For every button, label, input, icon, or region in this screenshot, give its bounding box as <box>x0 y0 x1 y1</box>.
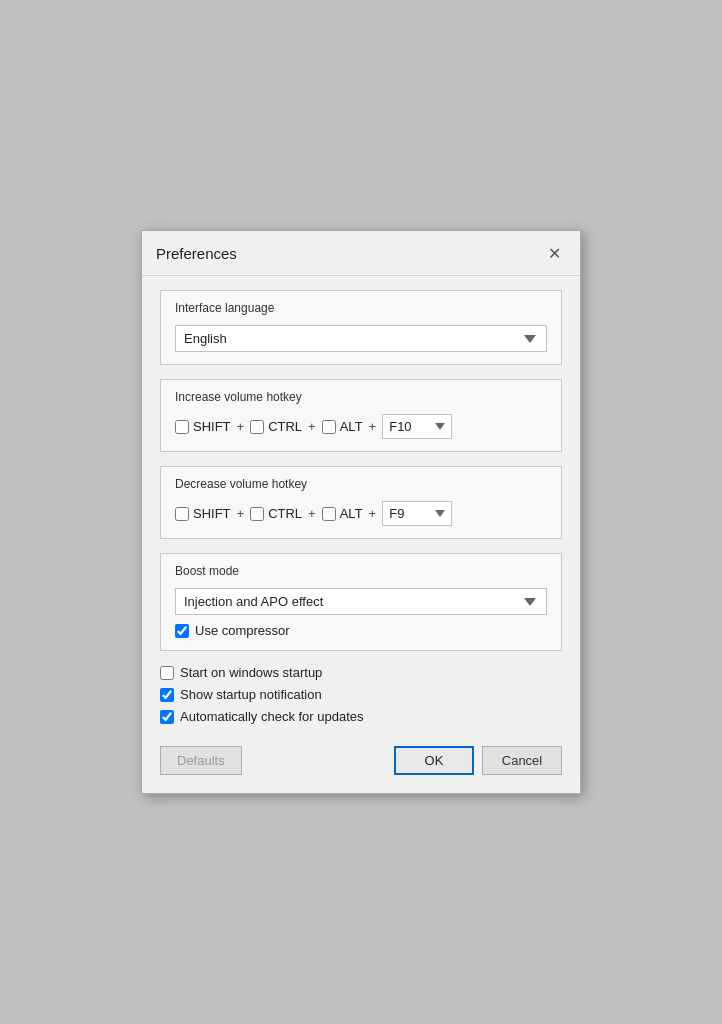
increase-key-select[interactable]: F1F2F3F4 F5F6F7F8 F9F10F11F12 <box>382 414 452 439</box>
ok-button[interactable]: OK <box>394 746 474 775</box>
decrease-alt-checkbox[interactable] <box>322 507 336 521</box>
startup-row: Start on windows startup <box>160 665 562 680</box>
decrease-hotkey-section: Decrease volume hotkey SHIFT + CTRL + AL… <box>160 466 562 539</box>
decrease-plus2: + <box>308 506 316 521</box>
decrease-ctrl-checkbox[interactable] <box>250 507 264 521</box>
dialog-body: Interface language English French German… <box>142 276 580 793</box>
decrease-hotkey-row: SHIFT + CTRL + ALT + F1F2F3F4 F5F6F7F8 F… <box>175 501 547 526</box>
decrease-shift-label: SHIFT <box>193 506 231 521</box>
startup-checkbox[interactable] <box>160 666 174 680</box>
interface-language-label: Interface language <box>175 301 547 315</box>
interface-language-section: Interface language English French German… <box>160 290 562 365</box>
button-row: Defaults OK Cancel <box>160 740 562 779</box>
boost-mode-section: Boost mode Injection and APO effect Inje… <box>160 553 562 651</box>
defaults-button[interactable]: Defaults <box>160 746 242 775</box>
boost-mode-select[interactable]: Injection and APO effect Injection only … <box>175 588 547 615</box>
decrease-ctrl-label: CTRL <box>268 506 302 521</box>
language-select[interactable]: English French German Spanish <box>175 325 547 352</box>
preferences-dialog: Preferences ✕ Interface language English… <box>141 230 581 794</box>
decrease-alt-label: ALT <box>340 506 363 521</box>
increase-hotkey-label: Increase volume hotkey <box>175 390 547 404</box>
decrease-ctrl-group: CTRL <box>250 506 302 521</box>
decrease-plus3: + <box>369 506 377 521</box>
decrease-hotkey-label: Decrease volume hotkey <box>175 477 547 491</box>
increase-alt-group: ALT <box>322 419 363 434</box>
increase-plus2: + <box>308 419 316 434</box>
increase-alt-label: ALT <box>340 419 363 434</box>
increase-plus1: + <box>237 419 245 434</box>
increase-alt-checkbox[interactable] <box>322 420 336 434</box>
decrease-shift-group: SHIFT <box>175 506 231 521</box>
decrease-key-select[interactable]: F1F2F3F4 F5F6F7F8 F9F10F11F12 <box>382 501 452 526</box>
updates-checkbox[interactable] <box>160 710 174 724</box>
updates-label: Automatically check for updates <box>180 709 364 724</box>
notification-label: Show startup notification <box>180 687 322 702</box>
notification-row: Show startup notification <box>160 687 562 702</box>
increase-shift-group: SHIFT <box>175 419 231 434</box>
decrease-plus1: + <box>237 506 245 521</box>
title-bar: Preferences ✕ <box>142 231 580 276</box>
close-button[interactable]: ✕ <box>542 241 566 265</box>
dialog-title: Preferences <box>156 245 237 262</box>
decrease-alt-group: ALT <box>322 506 363 521</box>
use-compressor-label: Use compressor <box>195 623 290 638</box>
updates-row: Automatically check for updates <box>160 709 562 724</box>
increase-shift-label: SHIFT <box>193 419 231 434</box>
increase-ctrl-group: CTRL <box>250 419 302 434</box>
increase-ctrl-label: CTRL <box>268 419 302 434</box>
boost-mode-label: Boost mode <box>175 564 547 578</box>
notification-checkbox[interactable] <box>160 688 174 702</box>
increase-hotkey-row: SHIFT + CTRL + ALT + F1F2F3F4 F5F6F7F8 F… <box>175 414 547 439</box>
standalone-checks: Start on windows startup Show startup no… <box>160 665 562 724</box>
increase-ctrl-checkbox[interactable] <box>250 420 264 434</box>
increase-shift-checkbox[interactable] <box>175 420 189 434</box>
decrease-shift-checkbox[interactable] <box>175 507 189 521</box>
increase-plus3: + <box>369 419 377 434</box>
use-compressor-checkbox[interactable] <box>175 624 189 638</box>
startup-label: Start on windows startup <box>180 665 322 680</box>
use-compressor-row: Use compressor <box>175 623 547 638</box>
cancel-button[interactable]: Cancel <box>482 746 562 775</box>
increase-hotkey-section: Increase volume hotkey SHIFT + CTRL + AL… <box>160 379 562 452</box>
